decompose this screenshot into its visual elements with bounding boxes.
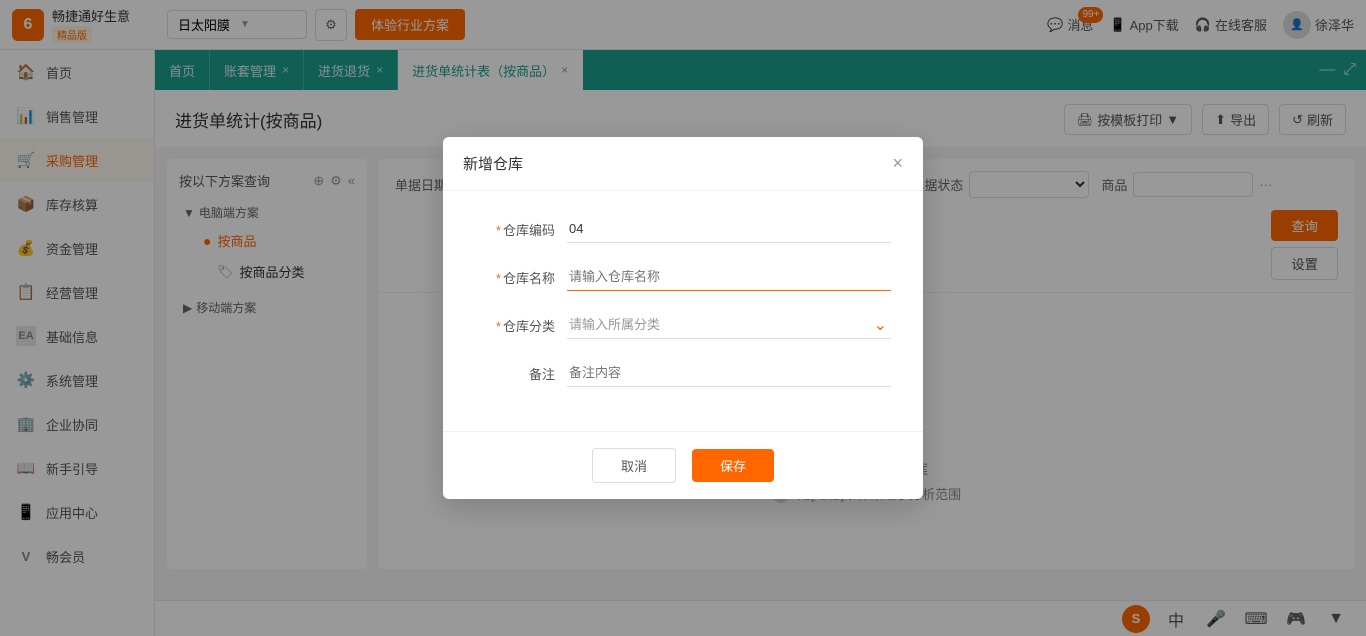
modal-footer: 取消 保存 [443, 431, 923, 499]
warehouse-name-input[interactable] [567, 263, 891, 291]
modal-header: 新增仓库 × [443, 137, 923, 191]
modal-body: *仓库编码 *仓库名称 *仓库分类 请输入所属分类 ⌄ [443, 191, 923, 431]
warehouse-name-label: *仓库名称 [475, 268, 555, 287]
warehouse-code-input[interactable] [567, 215, 891, 243]
warehouse-remark-row: 备注 [475, 359, 891, 387]
warehouse-category-select-wrap: 请输入所属分类 ⌄ [567, 311, 891, 339]
modal-overlay[interactable]: 新增仓库 × *仓库编码 *仓库名称 *仓库分类 [0, 0, 1366, 636]
new-warehouse-modal: 新增仓库 × *仓库编码 *仓库名称 *仓库分类 [443, 137, 923, 499]
required-star-3: * [496, 319, 501, 334]
warehouse-code-label: *仓库编码 [475, 220, 555, 239]
warehouse-code-row: *仓库编码 [475, 215, 891, 243]
modal-close-button[interactable]: × [892, 153, 903, 174]
modal-title: 新增仓库 [463, 153, 523, 174]
warehouse-category-row: *仓库分类 请输入所属分类 ⌄ [475, 311, 891, 339]
warehouse-name-row: *仓库名称 [475, 263, 891, 291]
save-button[interactable]: 保存 [692, 449, 774, 482]
warehouse-category-select[interactable]: 请输入所属分类 [567, 311, 891, 338]
warehouse-remark-label: 备注 [475, 364, 555, 383]
required-star-1: * [496, 223, 501, 238]
required-star-2: * [496, 271, 501, 286]
warehouse-remark-input[interactable] [567, 359, 891, 387]
cancel-button[interactable]: 取消 [592, 448, 676, 483]
warehouse-category-label: *仓库分类 [475, 316, 555, 335]
